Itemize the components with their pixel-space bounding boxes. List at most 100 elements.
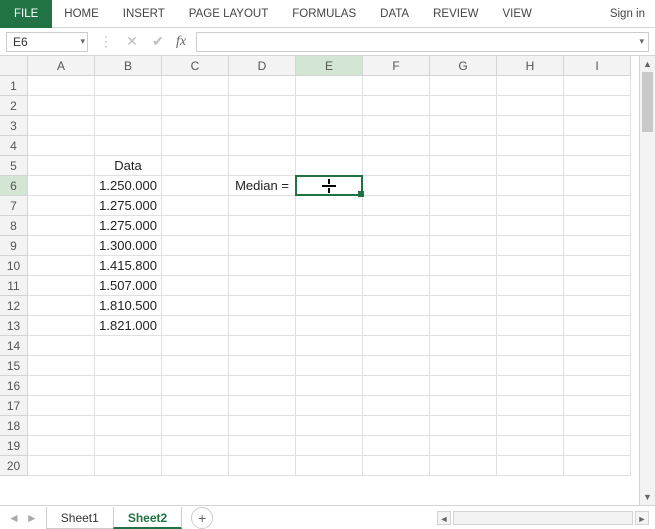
cell-a9[interactable] — [28, 236, 95, 256]
cell-g14[interactable] — [430, 336, 497, 356]
cell-c8[interactable] — [162, 216, 229, 236]
scroll-up-icon[interactable]: ▲ — [640, 56, 655, 72]
tab-home[interactable]: HOME — [52, 0, 111, 28]
cell-i6[interactable] — [564, 176, 631, 196]
cell-d1[interactable] — [229, 76, 296, 96]
hscroll-right-icon[interactable]: ► — [635, 511, 649, 525]
row-header-19[interactable]: 19 — [0, 436, 28, 456]
cell-a3[interactable] — [28, 116, 95, 136]
cell-g5[interactable] — [430, 156, 497, 176]
cell-b20[interactable] — [95, 456, 162, 476]
cell-a17[interactable] — [28, 396, 95, 416]
cell-h1[interactable] — [497, 76, 564, 96]
cell-g20[interactable] — [430, 456, 497, 476]
column-header-b[interactable]: B — [95, 56, 162, 76]
column-header-e[interactable]: E — [296, 56, 363, 76]
cell-d2[interactable] — [229, 96, 296, 116]
cell-b6[interactable]: 1.250.000 — [95, 176, 162, 196]
cell-h19[interactable] — [497, 436, 564, 456]
cell-h20[interactable] — [497, 456, 564, 476]
expand-icon[interactable]: ▾ — [639, 36, 644, 47]
cell-g19[interactable] — [430, 436, 497, 456]
cell-g15[interactable] — [430, 356, 497, 376]
cell-f4[interactable] — [363, 136, 430, 156]
column-header-f[interactable]: F — [363, 56, 430, 76]
cell-c16[interactable] — [162, 376, 229, 396]
cell-f16[interactable] — [363, 376, 430, 396]
cell-h11[interactable] — [497, 276, 564, 296]
row-header-5[interactable]: 5 — [0, 156, 28, 176]
cell-e11[interactable] — [296, 276, 363, 296]
cell-i13[interactable] — [564, 316, 631, 336]
cell-g11[interactable] — [430, 276, 497, 296]
cell-c2[interactable] — [162, 96, 229, 116]
cell-d17[interactable] — [229, 396, 296, 416]
cell-g3[interactable] — [430, 116, 497, 136]
cell-f18[interactable] — [363, 416, 430, 436]
cell-a5[interactable] — [28, 156, 95, 176]
cell-i5[interactable] — [564, 156, 631, 176]
enter-icon[interactable]: ✔ — [150, 34, 166, 50]
cell-h18[interactable] — [497, 416, 564, 436]
cell-c7[interactable] — [162, 196, 229, 216]
sheet-tab-sheet2[interactable]: Sheet2 — [113, 507, 182, 529]
row-header-4[interactable]: 4 — [0, 136, 28, 156]
row-header-15[interactable]: 15 — [0, 356, 28, 376]
cell-h7[interactable] — [497, 196, 564, 216]
cell-i16[interactable] — [564, 376, 631, 396]
row-header-13[interactable]: 13 — [0, 316, 28, 336]
cell-d14[interactable] — [229, 336, 296, 356]
hscroll-left-icon[interactable]: ◄ — [437, 511, 451, 525]
cell-a15[interactable] — [28, 356, 95, 376]
cell-d7[interactable] — [229, 196, 296, 216]
cell-b11[interactable]: 1.507.000 — [95, 276, 162, 296]
cell-i9[interactable] — [564, 236, 631, 256]
cell-b12[interactable]: 1.810.500 — [95, 296, 162, 316]
cell-b14[interactable] — [95, 336, 162, 356]
cell-e12[interactable] — [296, 296, 363, 316]
cell-d15[interactable] — [229, 356, 296, 376]
cell-c12[interactable] — [162, 296, 229, 316]
column-header-g[interactable]: G — [430, 56, 497, 76]
cell-f6[interactable] — [363, 176, 430, 196]
cell-i7[interactable] — [564, 196, 631, 216]
cancel-icon[interactable]: ✕ — [124, 34, 140, 50]
cell-e8[interactable] — [296, 216, 363, 236]
tab-review[interactable]: REVIEW — [421, 0, 490, 28]
row-header-12[interactable]: 12 — [0, 296, 28, 316]
cell-h10[interactable] — [497, 256, 564, 276]
cell-c13[interactable] — [162, 316, 229, 336]
cell-g9[interactable] — [430, 236, 497, 256]
cell-e3[interactable] — [296, 116, 363, 136]
cell-d4[interactable] — [229, 136, 296, 156]
cell-g13[interactable] — [430, 316, 497, 336]
row-header-10[interactable]: 10 — [0, 256, 28, 276]
cell-f15[interactable] — [363, 356, 430, 376]
cell-g12[interactable] — [430, 296, 497, 316]
cell-a1[interactable] — [28, 76, 95, 96]
cell-a19[interactable] — [28, 436, 95, 456]
tab-view[interactable]: VIEW — [490, 0, 543, 28]
cell-a10[interactable] — [28, 256, 95, 276]
cell-f19[interactable] — [363, 436, 430, 456]
cell-f9[interactable] — [363, 236, 430, 256]
cell-e13[interactable] — [296, 316, 363, 336]
cell-e1[interactable] — [296, 76, 363, 96]
cell-b9[interactable]: 1.300.000 — [95, 236, 162, 256]
cell-a13[interactable] — [28, 316, 95, 336]
cell-e2[interactable] — [296, 96, 363, 116]
cell-b8[interactable]: 1.275.000 — [95, 216, 162, 236]
cell-e16[interactable] — [296, 376, 363, 396]
cell-i1[interactable] — [564, 76, 631, 96]
scroll-thumb[interactable] — [642, 72, 653, 132]
cell-d11[interactable] — [229, 276, 296, 296]
column-header-c[interactable]: C — [162, 56, 229, 76]
cell-a4[interactable] — [28, 136, 95, 156]
cell-g17[interactable] — [430, 396, 497, 416]
cell-e20[interactable] — [296, 456, 363, 476]
name-box[interactable]: E6 ▾ — [6, 32, 88, 52]
cell-a12[interactable] — [28, 296, 95, 316]
column-header-i[interactable]: I — [564, 56, 631, 76]
cell-f7[interactable] — [363, 196, 430, 216]
cell-f20[interactable] — [363, 456, 430, 476]
